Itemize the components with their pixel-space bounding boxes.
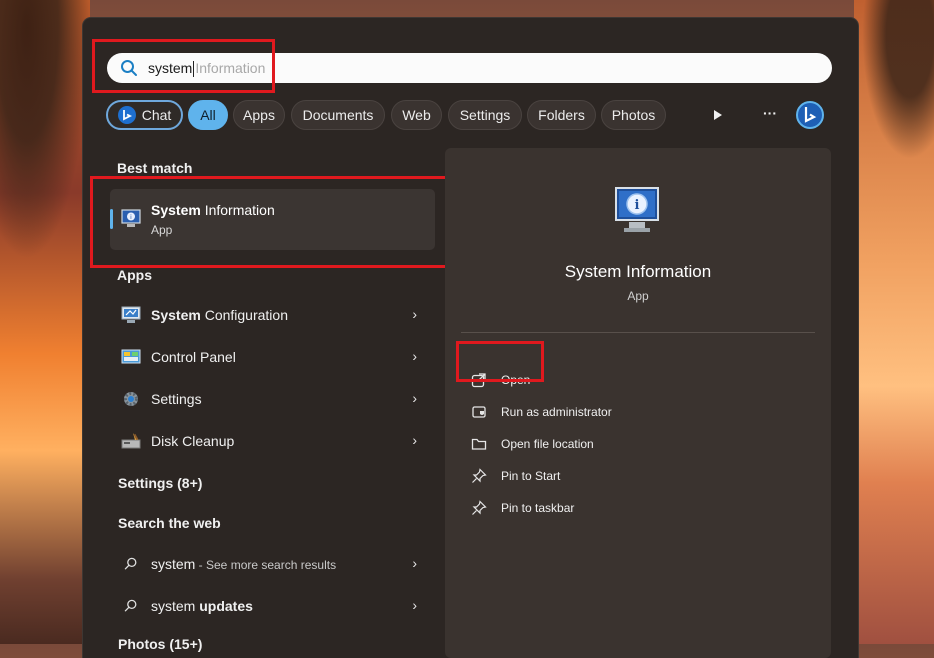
action-label: Run as administrator [501, 405, 612, 419]
app-label: Settings [151, 391, 202, 407]
action-label: Open file location [501, 437, 594, 451]
filter-photos[interactable]: Photos [601, 100, 666, 130]
system-configuration-icon [121, 306, 141, 323]
chevron-right-icon[interactable]: › [412, 348, 417, 364]
disk-cleanup-icon [121, 433, 141, 449]
control-panel-icon [121, 349, 141, 364]
bing-icon[interactable] [795, 100, 825, 130]
highlight-open [456, 341, 544, 382]
web-result-system[interactable]: system - See more search results › [110, 545, 435, 583]
highlight-search [92, 39, 275, 93]
search-icon [124, 599, 137, 612]
divider [461, 332, 815, 333]
app-settings[interactable]: Settings › [110, 380, 435, 418]
system-information-icon: i [615, 187, 659, 232]
svg-text:i: i [635, 198, 640, 213]
app-label: Disk Cleanup [151, 433, 235, 449]
settings-heading[interactable]: Settings (8+) [118, 475, 202, 491]
palm-tree-right [854, 0, 934, 180]
action-pin-to-taskbar[interactable]: Pin to taskbar [471, 495, 801, 523]
app-control-panel[interactable]: Control Panel › [110, 338, 435, 376]
detail-pane: i System Information App Open Run as adm… [445, 148, 831, 658]
shield-icon [472, 406, 486, 418]
highlight-best-match [90, 176, 450, 268]
folder-icon [471, 438, 487, 450]
bing-chat-icon [117, 106, 136, 124]
action-open-file-location[interactable]: Open file location [471, 431, 801, 459]
filter-apps[interactable]: Apps [233, 100, 285, 130]
action-run-as-administrator[interactable]: Run as administrator [471, 399, 801, 427]
pin-icon [472, 468, 487, 483]
photos-heading[interactable]: Photos (15+) [118, 636, 202, 652]
app-system-configuration[interactable]: System Configuration › [110, 296, 435, 334]
filter-folders[interactable]: Folders [527, 100, 596, 130]
play-more-filters-icon[interactable] [712, 109, 724, 121]
app-label: Control Panel [151, 349, 236, 365]
chevron-right-icon[interactable]: › [412, 390, 417, 406]
action-label: Pin to taskbar [501, 501, 575, 515]
best-match-heading: Best match [117, 160, 193, 176]
filter-documents[interactable]: Documents [291, 100, 385, 130]
chevron-right-icon[interactable]: › [412, 432, 417, 448]
action-label: Pin to Start [501, 469, 561, 483]
filter-all[interactable]: All [188, 100, 228, 130]
start-search-panel: system Information Chat All Apps Document… [83, 18, 858, 658]
search-web-heading: Search the web [118, 515, 221, 531]
detail-title: System Information [564, 262, 712, 281]
more-options-button[interactable]: ··· [763, 105, 777, 121]
web-result-label: system - See more search results [151, 556, 337, 572]
filter-web[interactable]: Web [391, 100, 442, 130]
apps-heading: Apps [117, 267, 152, 283]
action-pin-to-start[interactable]: Pin to Start [471, 463, 801, 491]
gear-icon [124, 392, 138, 406]
detail-subtitle: App [627, 289, 649, 303]
filter-chat[interactable]: Chat [106, 100, 183, 130]
chevron-right-icon[interactable]: › [412, 306, 417, 322]
web-result-label: system updates [151, 598, 253, 614]
chevron-right-icon[interactable]: › [412, 597, 417, 613]
palm-tree-left [0, 0, 90, 260]
app-disk-cleanup[interactable]: Disk Cleanup › [110, 422, 435, 460]
filter-settings[interactable]: Settings [448, 100, 522, 130]
pin-icon [472, 500, 487, 515]
chevron-right-icon[interactable]: › [412, 555, 417, 571]
search-icon [124, 557, 137, 570]
app-label: System Configuration [151, 307, 288, 323]
web-result-system-updates[interactable]: system updates › [110, 587, 435, 625]
